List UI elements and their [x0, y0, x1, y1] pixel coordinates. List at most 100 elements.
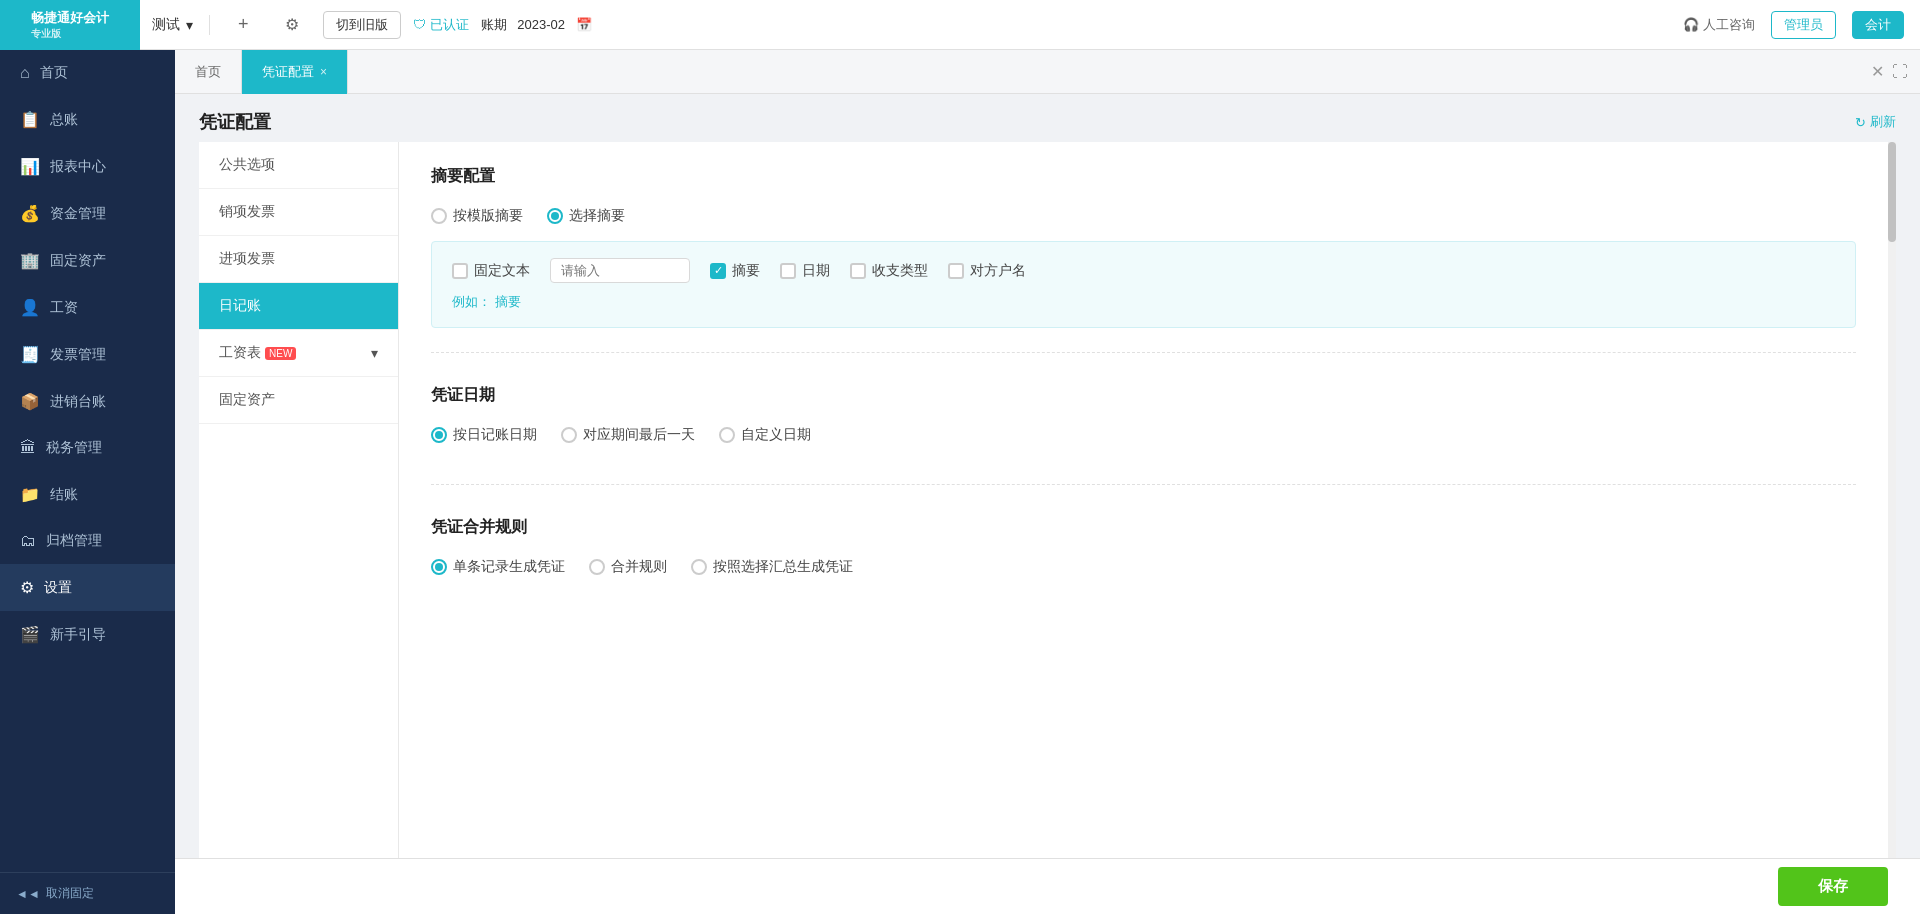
user-btn[interactable]: 管理员: [1771, 11, 1836, 39]
sidebar-item-label: 固定资产: [50, 252, 106, 270]
sidebar-item-label: 总账: [50, 111, 78, 129]
left-nav-purchase-invoice[interactable]: 进项发票: [199, 236, 398, 283]
sidebar-item-payroll[interactable]: 👤 工资: [0, 284, 175, 331]
headphone-icon: 🎧: [1683, 17, 1699, 32]
left-nav-fixed-assets[interactable]: 固定资产: [199, 377, 398, 424]
topbar-right: 🎧 人工咨询 管理员 会计: [1683, 11, 1904, 39]
home-icon: ⌂: [20, 64, 30, 82]
radio-template[interactable]: 按模版摘要: [431, 207, 523, 225]
save-btn[interactable]: 保存: [1778, 867, 1888, 906]
payroll-icon: 👤: [20, 298, 40, 317]
fixed-text-input[interactable]: [550, 258, 690, 283]
sidebar-item-sales[interactable]: 📦 进销台账: [0, 378, 175, 425]
project-name: 测试: [152, 16, 180, 34]
left-nav-sales-invoice[interactable]: 销项发票: [199, 189, 398, 236]
sidebar-item-label: 报表中心: [50, 158, 106, 176]
scrollbar-track[interactable]: [1888, 142, 1896, 858]
sidebar-item-guide[interactable]: 🎬 新手引导: [0, 611, 175, 658]
counterpart-label: 对方户名: [970, 262, 1026, 280]
left-nav-public[interactable]: 公共选项: [199, 142, 398, 189]
period-display: 账期 2023-02 📅: [481, 16, 592, 34]
calendar-icon[interactable]: 📅: [576, 17, 592, 32]
sidebar-item-home[interactable]: ⌂ 首页: [0, 50, 175, 96]
left-nav: 公共选项 销项发票 进项发票 日记账 工资表 NEW: [199, 142, 399, 858]
refresh-btn[interactable]: ↻ 刷新: [1855, 113, 1896, 131]
fullscreen-btn[interactable]: ⛶: [1892, 63, 1908, 81]
logo: 畅捷通好会计 专业版: [0, 0, 140, 50]
checkbox-date[interactable]: 日期: [780, 262, 830, 280]
merge-radio-group: 单条记录生成凭证 合并规则 按照选择汇总生成凭证: [431, 558, 1856, 576]
pin-icon: ◄◄: [16, 887, 40, 901]
summary-checkbox[interactable]: ✓: [710, 263, 726, 279]
content-area: 首页 凭证配置 × ✕ ⛶ 凭证配置 ↻ 刷新: [175, 50, 1920, 914]
sidebar-item-label: 新手引导: [50, 626, 106, 644]
ledger-icon: 📋: [20, 110, 40, 129]
settings-button[interactable]: ⚙: [273, 11, 311, 38]
sidebar-item-label: 资金管理: [50, 205, 106, 223]
support-btn[interactable]: 🎧 人工咨询: [1683, 16, 1755, 34]
sidebar-item-archive[interactable]: 🗂 归档管理: [0, 518, 175, 564]
sidebar-item-label: 发票管理: [50, 346, 106, 364]
example-text: 摘要: [495, 294, 521, 309]
sidebar-item-funds[interactable]: 💰 资金管理: [0, 190, 175, 237]
sidebar-item-label: 工资: [50, 299, 78, 317]
radio-single[interactable]: 单条记录生成凭证: [431, 558, 565, 576]
switch-old-btn[interactable]: 切到旧版: [323, 11, 401, 39]
divider: [209, 15, 210, 35]
radio-summary-gen[interactable]: 按照选择汇总生成凭证: [691, 558, 853, 576]
page-header: 凭证配置 ↻ 刷新: [175, 94, 1920, 142]
add-button[interactable]: +: [226, 10, 261, 39]
date-label: 日期: [802, 262, 830, 280]
radio-select[interactable]: 选择摘要: [547, 207, 625, 225]
main-layout: ⌂ 首页 📋 总账 📊 报表中心 💰 资金管理 🏢 固定资产 👤 工资: [0, 50, 1920, 914]
sidebar-item-ledger[interactable]: 📋 总账: [0, 96, 175, 143]
refresh-icon: ↻: [1855, 115, 1866, 130]
left-nav-diary[interactable]: 日记账: [199, 283, 398, 330]
radio-period-last[interactable]: 对应期间最后一天: [561, 426, 695, 444]
radio-merge-label: 合并规则: [611, 558, 667, 576]
tab-close-btn[interactable]: ×: [320, 65, 327, 79]
left-nav-payroll[interactable]: 工资表 NEW ▾: [199, 330, 398, 377]
radio-daily-date[interactable]: 按日记账日期: [431, 426, 537, 444]
shield-icon: 🛡: [413, 17, 426, 32]
cancel-fixed-label: 取消固定: [46, 885, 94, 902]
radio-template-label: 按模版摘要: [453, 207, 523, 225]
checkbox-fixed-text[interactable]: 固定文本: [452, 262, 530, 280]
sidebar-item-tax[interactable]: 🏛 税务管理: [0, 425, 175, 471]
sidebar-item-reports[interactable]: 📊 报表中心: [0, 143, 175, 190]
invoice-icon: 🧾: [20, 345, 40, 364]
sidebar-item-invoice[interactable]: 🧾 发票管理: [0, 331, 175, 378]
checkbox-income-type[interactable]: 收支类型: [850, 262, 928, 280]
fixed-text-checkbox[interactable]: [452, 263, 468, 279]
counterpart-checkbox[interactable]: [948, 263, 964, 279]
tax-icon: 🏛: [20, 439, 36, 457]
summary-label: 摘要: [732, 262, 760, 280]
radio-summary-gen-circle: [691, 559, 707, 575]
checkbox-counterpart[interactable]: 对方户名: [948, 262, 1026, 280]
scrollbar-thumb[interactable]: [1888, 142, 1896, 242]
radio-select-circle: [547, 208, 563, 224]
sidebar-item-label: 结账: [50, 486, 78, 504]
report-icon: 📊: [20, 157, 40, 176]
sidebar-item-settings[interactable]: ⚙ 设置: [0, 564, 175, 611]
close-window-btn[interactable]: ✕: [1871, 62, 1884, 81]
radio-select-label: 选择摘要: [569, 207, 625, 225]
sidebar-item-close[interactable]: 📁 结账: [0, 471, 175, 518]
date-checkbox[interactable]: [780, 263, 796, 279]
tab-voucher-config[interactable]: 凭证配置 ×: [242, 50, 348, 94]
radio-period-circle: [561, 427, 577, 443]
radio-merge[interactable]: 合并规则: [589, 558, 667, 576]
tab-home-label: 首页: [195, 63, 221, 81]
checkbox-summary[interactable]: ✓ 摘要: [710, 262, 760, 280]
tab-home[interactable]: 首页: [175, 50, 242, 94]
cancel-fixed-btn[interactable]: ◄◄ 取消固定: [0, 872, 175, 914]
income-type-checkbox[interactable]: [850, 263, 866, 279]
close-period-icon: 📁: [20, 485, 40, 504]
sidebar-item-label: 进销台账: [50, 393, 106, 411]
example-prefix: 例如：: [452, 294, 491, 309]
refresh-label: 刷新: [1870, 113, 1896, 131]
radio-custom-date[interactable]: 自定义日期: [719, 426, 811, 444]
role-btn[interactable]: 会计: [1852, 11, 1904, 39]
sidebar-item-assets[interactable]: 🏢 固定资产: [0, 237, 175, 284]
project-selector[interactable]: 测试 ▾: [152, 16, 193, 34]
